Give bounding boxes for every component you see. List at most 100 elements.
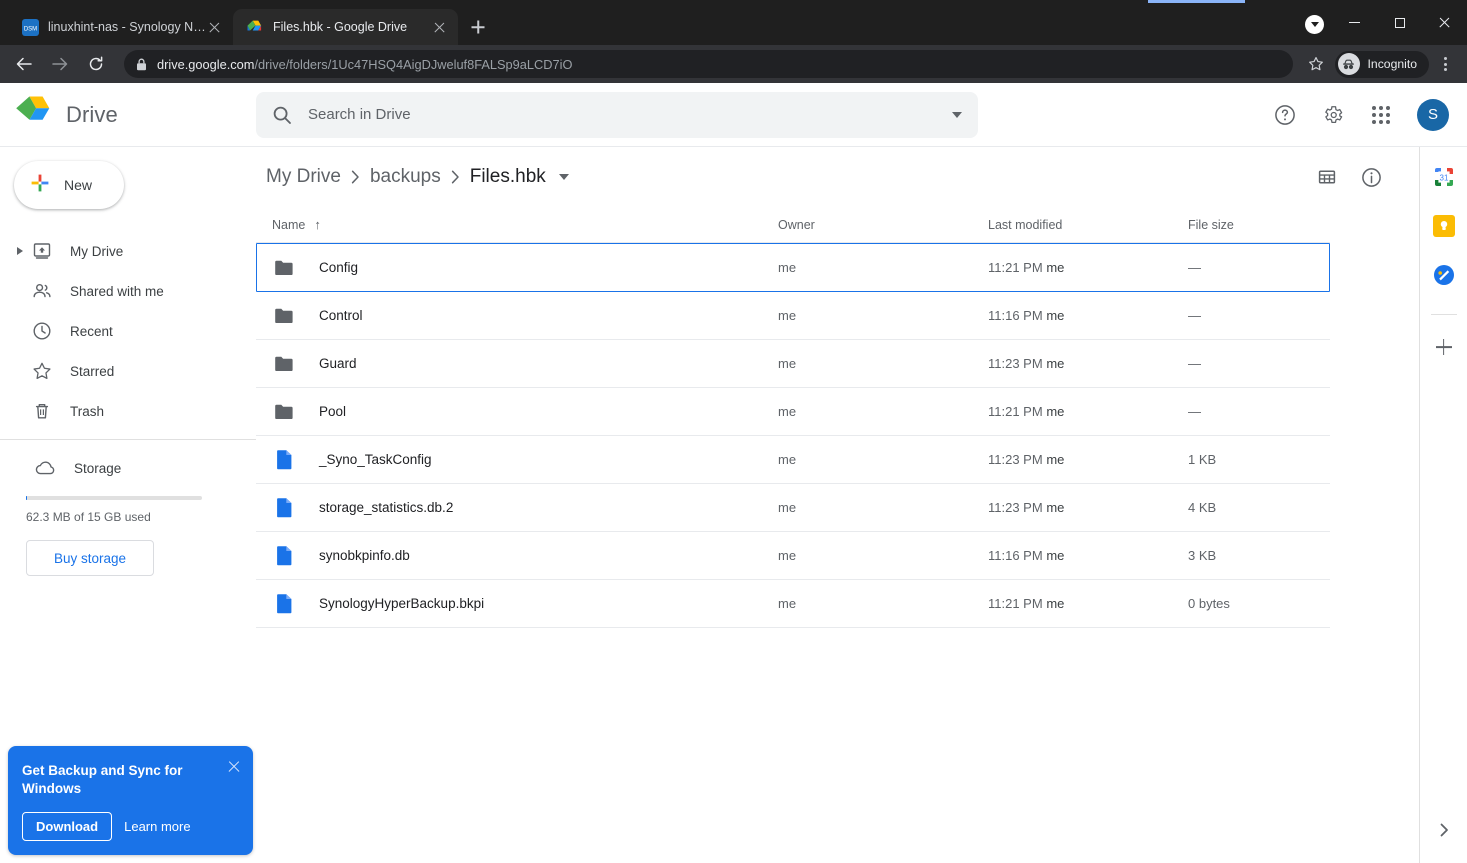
plus-icon[interactable] (1434, 337, 1454, 357)
maximize-button[interactable] (1377, 0, 1422, 45)
url-path: /drive/folders/1Uc47HSQ4AigDJweluf8FALSp… (254, 56, 573, 72)
new-button-label: New (64, 177, 93, 193)
expand-triangle-icon[interactable] (12, 247, 28, 255)
table-row[interactable]: SynologyHyperBackup.bkpi me 11:21 PM me 0 b… (256, 580, 1330, 628)
search-input[interactable] (308, 106, 952, 123)
sidebar: New My Drive Shared with me Recent Starr… (0, 147, 256, 863)
sidebar-item-label: Starred (70, 363, 115, 379)
new-button[interactable]: New (14, 161, 124, 209)
tab-search-button[interactable] (1305, 15, 1324, 34)
table-row[interactable]: Pool me 11:21 PM me — (256, 388, 1330, 436)
file-list: Name ↑ Owner Last modified File size Con… (256, 207, 1411, 863)
browser-menu-button[interactable] (1431, 49, 1459, 79)
tab-title: Files.hbk - Google Drive (273, 20, 408, 34)
apps-grid-icon[interactable] (1359, 93, 1403, 137)
file-name: storage_statistics.db.2 (319, 500, 454, 515)
storage-section: Storage 62.3 MB of 15 GB used Buy storag… (0, 448, 256, 576)
breadcrumb-current-folder[interactable]: Files.hbk (470, 166, 546, 188)
google-tasks-icon[interactable] (1432, 263, 1456, 287)
clock-icon (30, 321, 54, 341)
close-icon[interactable] (227, 760, 241, 774)
search-box[interactable] (256, 91, 978, 138)
table-row[interactable]: storage_statistics.db.2 me 11:23 PM me 4 KB (256, 484, 1330, 532)
svg-text:31: 31 (1439, 174, 1448, 183)
modified-by: me (1046, 596, 1065, 611)
browser-toolbar: drive.google.com/drive/folders/1Uc47HSQ4… (0, 45, 1467, 83)
avatar[interactable]: S (1417, 98, 1449, 131)
browser-tab-synology[interactable]: DSM linuxhint-nas - Synology NAS (8, 9, 233, 45)
cell-last-modified: 11:21 PM me (988, 404, 1188, 419)
drive-brand[interactable]: Drive (0, 94, 256, 135)
column-header-owner[interactable]: Owner (778, 218, 988, 232)
minimize-button[interactable] (1332, 0, 1377, 45)
modified-time: 11:23 PM (988, 500, 1043, 515)
cell-file-size: — (1188, 404, 1201, 419)
search-options-icon[interactable] (952, 111, 962, 118)
learn-more-link[interactable]: Learn more (124, 819, 190, 834)
download-button[interactable]: Download (22, 812, 113, 841)
google-drive-icon (247, 19, 264, 36)
modified-time: 11:21 PM (988, 404, 1043, 419)
file-name: Pool (319, 404, 347, 419)
sidebar-item-recent[interactable]: Recent (0, 311, 256, 351)
info-icon[interactable] (1351, 157, 1391, 197)
bookmark-star-icon[interactable] (1301, 49, 1331, 79)
grid-view-icon[interactable] (1307, 157, 1347, 197)
chevron-right-icon[interactable] (1437, 822, 1451, 843)
cell-file-size: — (1188, 308, 1201, 323)
chevron-down-icon[interactable] (558, 174, 569, 180)
svg-text:DSM: DSM (24, 26, 37, 32)
star-icon (30, 361, 54, 381)
cloud-icon (34, 459, 58, 477)
my-drive-icon (30, 241, 54, 261)
cell-file-size: 3 KB (1188, 548, 1217, 563)
sidebar-item-starred[interactable]: Starred (0, 351, 256, 391)
breadcrumb-bar: My Drive backups Files.hbk (256, 147, 1411, 207)
column-header-last-modified[interactable]: Last modified (988, 218, 1188, 232)
browser-tab-drive[interactable]: Files.hbk - Google Drive (233, 9, 458, 45)
incognito-indicator[interactable]: Incognito (1334, 50, 1429, 78)
cell-owner: me (778, 308, 797, 323)
forward-button[interactable] (44, 48, 76, 80)
new-tab-button[interactable] (464, 13, 492, 41)
app-body: New My Drive Shared with me Recent Starr… (0, 147, 1467, 863)
table-row[interactable]: Guard me 11:23 PM me — (256, 340, 1330, 388)
cell-name: synobkpinfo.db (272, 545, 778, 566)
table-row[interactable]: _Syno_TaskConfig me 11:23 PM me 1 KB (256, 436, 1330, 484)
modified-time: 11:21 PM (988, 260, 1043, 275)
plus-icon (29, 172, 51, 199)
google-calendar-icon[interactable]: 31 (1432, 165, 1456, 189)
close-icon[interactable] (431, 19, 448, 36)
sidebar-item-trash[interactable]: Trash (0, 391, 256, 431)
breadcrumb-my-drive[interactable]: My Drive (266, 166, 341, 188)
column-header-name[interactable]: Name ↑ (272, 218, 778, 232)
google-keep-icon[interactable] (1432, 214, 1456, 238)
sidebar-item-shared-with-me[interactable]: Shared with me (0, 271, 256, 311)
cell-file-size: 1 KB (1188, 452, 1217, 467)
sidebar-item-my-drive[interactable]: My Drive (0, 231, 256, 271)
table-row[interactable]: Control me 11:16 PM me — (256, 292, 1330, 340)
search-area (256, 91, 978, 138)
file-name: synobkpinfo.db (319, 548, 410, 563)
sidebar-item-storage[interactable]: Storage (16, 448, 240, 488)
storage-progress-bar (26, 496, 202, 500)
banner-actions: Download Learn more (22, 812, 239, 841)
help-icon[interactable] (1263, 93, 1307, 137)
folder-icon (272, 259, 296, 276)
side-rail: 31 (1419, 147, 1467, 863)
breadcrumb-backups[interactable]: backups (370, 166, 441, 188)
gear-icon[interactable] (1311, 93, 1355, 137)
modified-by: me (1046, 452, 1065, 467)
table-row[interactable]: synobkpinfo.db me 11:16 PM me 3 KB (256, 532, 1330, 580)
banner-title: Get Backup and Sync for Windows (22, 762, 183, 796)
close-window-button[interactable] (1422, 0, 1467, 45)
table-row[interactable]: Config me 11:21 PM me — (256, 243, 1330, 292)
cell-file-size: 4 KB (1188, 500, 1217, 515)
browser-window: DSM linuxhint-nas - Synology NAS Files.h… (0, 0, 1467, 863)
back-button[interactable] (8, 48, 40, 80)
column-header-file-size[interactable]: File size (1188, 218, 1328, 232)
buy-storage-button[interactable]: Buy storage (26, 540, 154, 576)
close-icon[interactable] (206, 19, 223, 36)
reload-button[interactable] (80, 48, 112, 80)
address-bar[interactable]: drive.google.com/drive/folders/1Uc47HSQ4… (124, 50, 1293, 78)
